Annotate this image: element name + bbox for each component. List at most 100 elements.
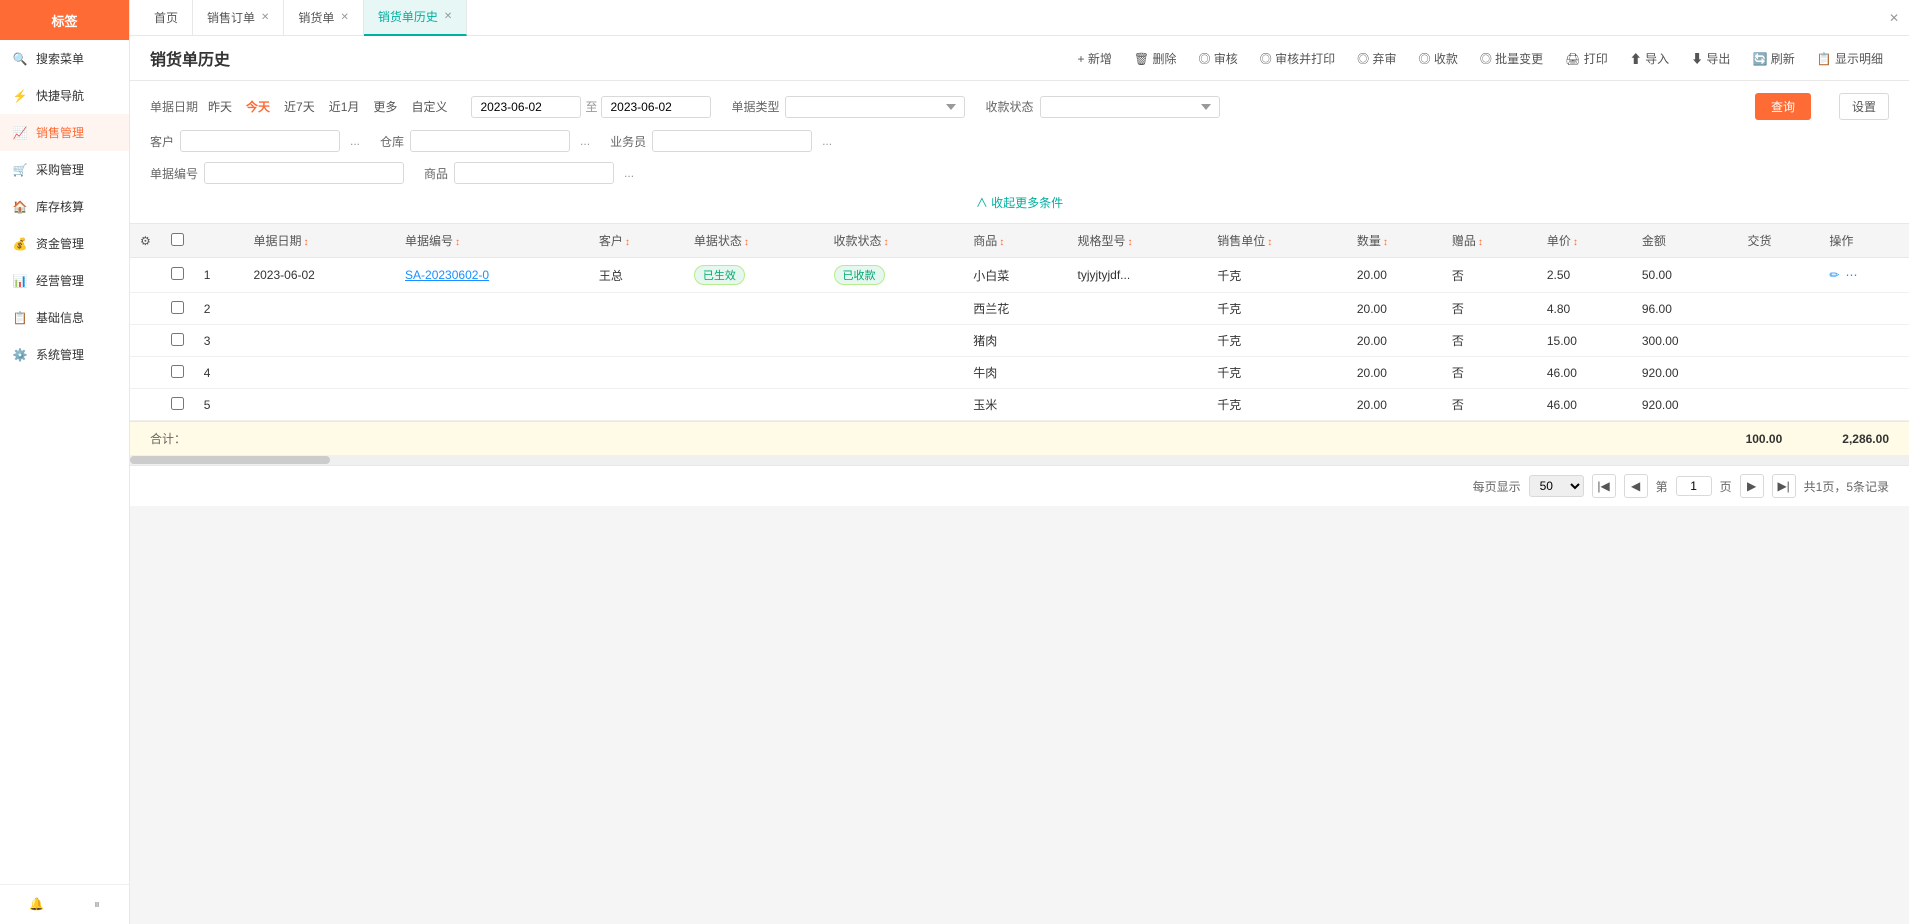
staff-input[interactable] [652, 130, 812, 152]
row-checkbox[interactable] [161, 389, 194, 421]
warehouse-input[interactable] [410, 130, 570, 152]
close-all-tabs-button[interactable]: ✕ [1889, 11, 1899, 25]
sidebar-item-search[interactable]: 🔍 搜索菜单 [0, 40, 129, 77]
sidebar-item-sales[interactable]: 📈 销售管理 [0, 114, 129, 151]
customer-input[interactable] [180, 130, 340, 152]
col-customer[interactable]: 客户↕ [589, 224, 684, 258]
customer-ellipsis[interactable]: ... [350, 134, 360, 148]
tab-sales-goods[interactable]: 销货单 ✕ [284, 0, 363, 36]
tab-sales-history[interactable]: 销货单历史 ✕ [364, 0, 467, 36]
setting-button[interactable]: 设置 [1839, 93, 1889, 120]
delete-button[interactable]: 🗑 删除 [1128, 47, 1183, 70]
sidebar-item-operations[interactable]: 📊 经营管理 [0, 262, 129, 299]
row-select-checkbox[interactable] [171, 397, 184, 410]
row-doc-no[interactable] [395, 389, 589, 421]
page-number-input[interactable] [1676, 476, 1712, 496]
col-gift[interactable]: 赠品↕ [1442, 224, 1537, 258]
col-spec[interactable]: 规格型号↕ [1068, 224, 1208, 258]
row-select-checkbox[interactable] [171, 267, 184, 280]
row-checkbox[interactable] [161, 357, 194, 389]
row-checkbox[interactable] [161, 325, 194, 357]
pause-icon[interactable]: ⏸ [94, 897, 100, 912]
col-qty[interactable]: 数量↕ [1347, 224, 1442, 258]
tab-sales-order-close[interactable]: ✕ [261, 12, 269, 23]
date-to-input[interactable] [601, 96, 711, 118]
edit-icon[interactable]: ✏ [1829, 268, 1839, 282]
date-from-input[interactable] [471, 96, 581, 118]
col-transaction[interactable]: 交货 [1737, 224, 1819, 258]
shortcut-1month[interactable]: 近1月 [325, 97, 364, 116]
shortcut-custom[interactable]: 自定义 [407, 97, 451, 116]
export-button[interactable]: ⬇ 导出 [1685, 47, 1736, 70]
scrollbar-thumb[interactable] [130, 456, 330, 464]
col-unit-price[interactable]: 单价↕ [1537, 224, 1632, 258]
audit-print-button[interactable]: ◎ 审核并打印 [1254, 47, 1341, 70]
row-select-checkbox[interactable] [171, 301, 184, 314]
horizontal-scrollbar[interactable] [130, 455, 1909, 465]
notification-icon[interactable]: 🔔 [29, 897, 44, 912]
doc-type-select[interactable] [785, 96, 965, 118]
query-button[interactable]: 查询 [1755, 93, 1811, 120]
tab-sales-history-close[interactable]: ✕ [444, 11, 452, 22]
row-select-checkbox[interactable] [171, 333, 184, 346]
row-unit: 千克 [1207, 357, 1347, 389]
goods-ellipsis[interactable]: ... [624, 166, 634, 180]
docno-input[interactable] [204, 162, 404, 184]
col-doc-status[interactable]: 单据状态↕ [684, 224, 824, 258]
table-row: 5 玉米 千克 20.00 否 46.00 920.00 [130, 389, 1909, 421]
abandon-button[interactable]: ◎ 弃审 [1351, 47, 1402, 70]
shortcut-more[interactable]: 更多 [369, 97, 401, 116]
staff-ellipsis[interactable]: ... [822, 134, 832, 148]
col-pay-status[interactable]: 收款状态↕ [824, 224, 964, 258]
last-page-button[interactable]: ▶| [1772, 474, 1796, 498]
sidebar-item-purchase[interactable]: 🛒 采购管理 [0, 151, 129, 188]
row-doc-no[interactable] [395, 357, 589, 389]
row-doc-no[interactable] [395, 293, 589, 325]
filter-more-toggle[interactable]: ∧ 收起更多条件 [150, 194, 1889, 211]
sidebar-item-system[interactable]: ⚙️ 系统管理 [0, 336, 129, 373]
refresh-button[interactable]: 🔄 刷新 [1746, 47, 1800, 70]
row-pay-status [824, 293, 964, 325]
batch-change-button[interactable]: ◎ 批量变更 [1474, 47, 1549, 70]
tab-sales-goods-close[interactable]: ✕ [340, 12, 348, 23]
row-doc-no[interactable] [395, 325, 589, 357]
shortcut-today[interactable]: 今天 [242, 97, 274, 116]
shortcut-yesterday[interactable]: 昨天 [204, 97, 236, 116]
row-checkbox[interactable] [161, 293, 194, 325]
tab-sales-order[interactable]: 销售订单 ✕ [193, 0, 284, 36]
col-unit[interactable]: 销售单位↕ [1207, 224, 1347, 258]
sidebar-item-label: 采购管理 [36, 161, 84, 178]
col-doc-date[interactable]: 单据日期↕ [243, 224, 395, 258]
cart-icon: 🛒 [12, 162, 28, 178]
import-button[interactable]: ⬆ 导入 [1624, 47, 1675, 70]
new-button[interactable]: + 新增 [1072, 47, 1118, 70]
first-page-button[interactable]: |◀ [1592, 474, 1616, 498]
prev-page-button[interactable]: ◀ [1624, 474, 1648, 498]
per-page-select[interactable]: 50 100 200 [1529, 475, 1584, 497]
collect-button[interactable]: ◎ 收款 [1412, 47, 1463, 70]
more-icon[interactable]: ⋯ [1845, 268, 1857, 282]
audit-button[interactable]: ◎ 审核 [1192, 47, 1243, 70]
show-detail-button[interactable]: 📋 显示明细 [1811, 47, 1889, 70]
select-all-checkbox[interactable] [171, 233, 184, 246]
tab-home[interactable]: 首页 [140, 0, 193, 36]
row-checkbox[interactable] [161, 258, 194, 293]
sidebar-item-basic-info[interactable]: 📋 基础信息 [0, 299, 129, 336]
row-doc-status [684, 293, 824, 325]
col-gear[interactable]: ⚙ [130, 224, 161, 258]
sidebar-item-inventory[interactable]: 🏠 库存核算 [0, 188, 129, 225]
shortcut-7days[interactable]: 近7天 [280, 97, 319, 116]
col-doc-no[interactable]: 单据编号↕ [395, 224, 589, 258]
print-button[interactable]: 🖨 打印 [1559, 47, 1614, 70]
warehouse-ellipsis[interactable]: ... [580, 134, 590, 148]
row-select-checkbox[interactable] [171, 365, 184, 378]
pay-status-select[interactable] [1040, 96, 1220, 118]
sidebar-item-finance[interactable]: 💰 资金管理 [0, 225, 129, 262]
next-page-button[interactable]: ▶ [1740, 474, 1764, 498]
col-checkbox[interactable] [161, 224, 194, 258]
col-amount[interactable]: 金额 [1632, 224, 1738, 258]
row-doc-no[interactable]: SA-20230602-0 [395, 258, 589, 293]
sidebar-item-quicknav[interactable]: ⚡ 快捷导航 [0, 77, 129, 114]
col-goods[interactable]: 商品↕ [963, 224, 1067, 258]
goods-input[interactable] [454, 162, 614, 184]
